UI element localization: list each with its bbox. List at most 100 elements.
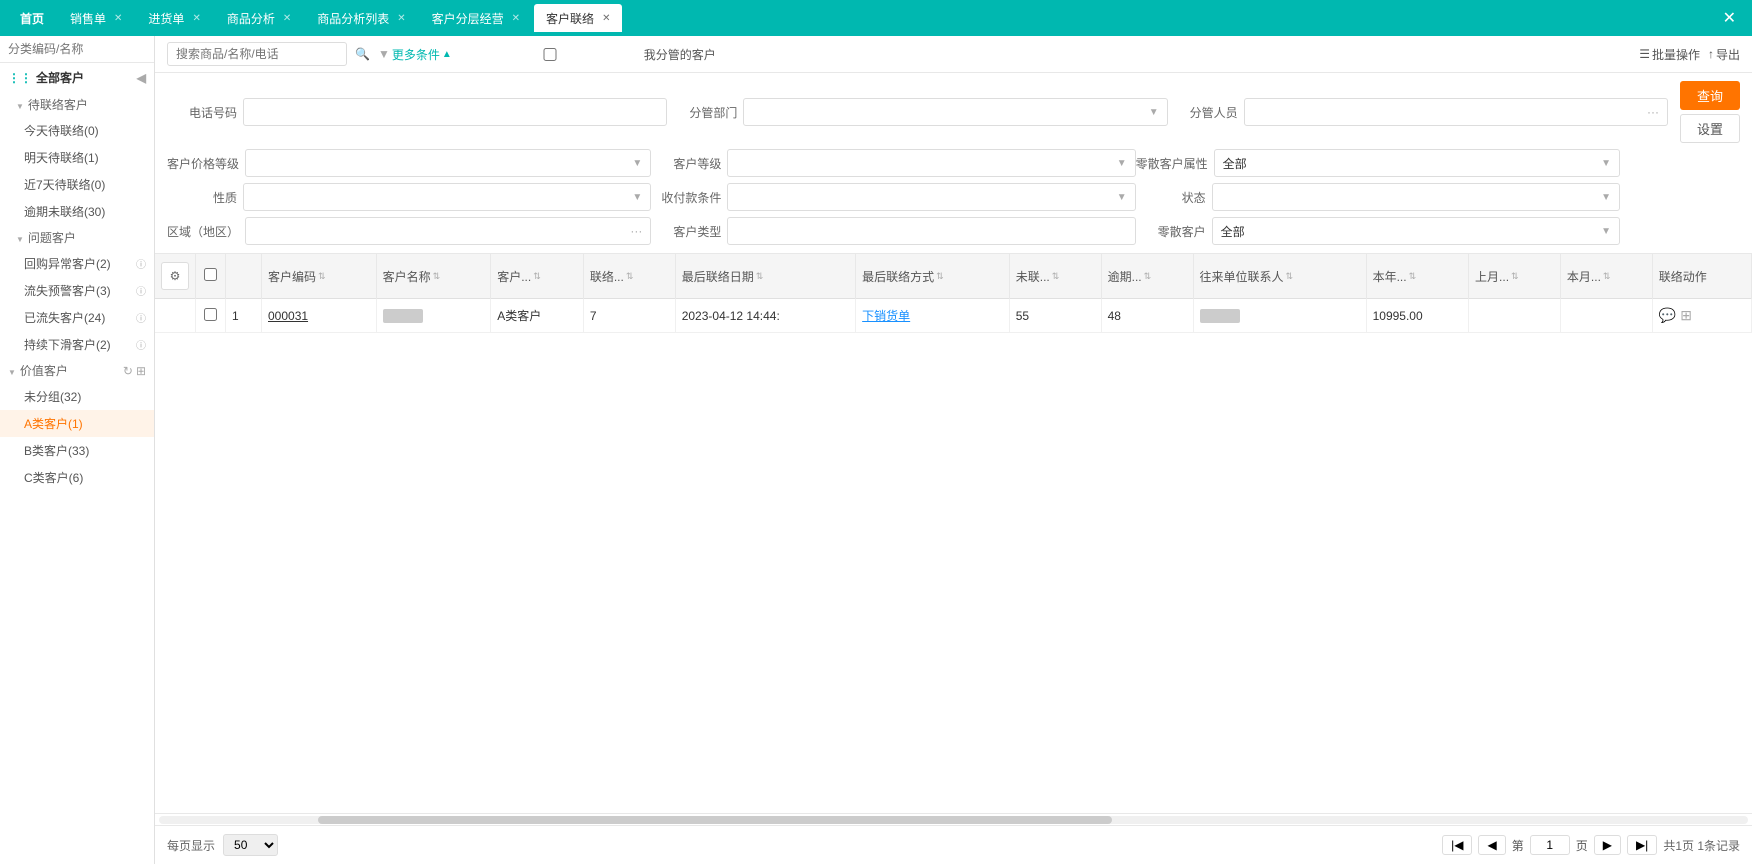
payment-select[interactable]: ▼	[727, 183, 1135, 211]
pagination-bar: 每页显示 50 100 200 |◀ ◀ 第 页 ▶ ▶| 共1页 1条记录	[155, 825, 1752, 864]
close-sales-tab[interactable]: ✕	[114, 13, 122, 24]
next-page-btn[interactable]: ▶	[1594, 835, 1621, 855]
query-btn[interactable]: 查询	[1680, 81, 1740, 110]
sidebar-collapse-icon: ◀	[137, 71, 146, 85]
nav-tab-analysis[interactable]: 商品分析 ✕	[215, 4, 303, 32]
sidebar-item-today[interactable]: 今天待联络(0)	[0, 117, 154, 144]
page-size-select[interactable]: 50 100 200	[223, 834, 278, 856]
retail-customer-select[interactable]: 全部▼	[1212, 217, 1620, 245]
table-gear-btn[interactable]: ⚙	[161, 262, 189, 290]
row-code[interactable]: 000031	[262, 299, 377, 333]
dept-select[interactable]: ▼	[743, 98, 1167, 126]
col-code-header: 客户编码 ⇅	[262, 254, 377, 299]
sidebar-item-loss-warning[interactable]: 流失预警客户(3) ⓘ	[0, 277, 154, 304]
value-settings-icon[interactable]: ⊞	[136, 364, 146, 378]
nav-tab-sales[interactable]: 销售单 ✕	[58, 4, 134, 32]
info-icon-0: ⓘ	[136, 256, 146, 271]
sidebar-item-overdue[interactable]: 逾期未联络(30)	[0, 198, 154, 225]
status-select[interactable]: ▼	[1212, 183, 1620, 211]
close-analysis-tab[interactable]: ✕	[283, 13, 291, 24]
my-customers-checkbox[interactable]	[460, 48, 640, 61]
close-segment-tab[interactable]: ✕	[512, 13, 520, 24]
last-page-btn[interactable]: ▶|	[1627, 835, 1657, 855]
filter-more-btn[interactable]: ▼ 更多条件 ▲	[378, 46, 452, 63]
sidebar-item-a-class[interactable]: A类客户(1)	[0, 410, 154, 437]
region-select[interactable]: ···	[245, 217, 651, 245]
settings-btn[interactable]: 设置	[1680, 114, 1740, 143]
first-page-btn[interactable]: |◀	[1442, 835, 1472, 855]
sort-icon-tm[interactable]: ⇅	[1603, 271, 1611, 282]
sort-icon-uc[interactable]: ⇅	[1286, 271, 1294, 282]
price-grade-select[interactable]: ▼	[245, 149, 651, 177]
batch-op-btn[interactable]: ☰ 批量操作	[1639, 46, 1700, 63]
sidebar-search-input[interactable]	[8, 42, 155, 56]
close-analysis-list-tab[interactable]: ✕	[397, 13, 405, 24]
problem-customers-arrow	[16, 231, 24, 245]
sidebar-item-repurchase-abnormal[interactable]: 回购异常客户(2) ⓘ	[0, 250, 154, 277]
nav-tab-analysis-list[interactable]: 商品分析列表 ✕	[305, 4, 417, 32]
nav-tab-purchase[interactable]: 进货单 ✕	[136, 4, 212, 32]
col-type-header: 客户... ⇅	[491, 254, 584, 299]
row-last-contact-date: 2023-04-12 14:44:	[675, 299, 855, 333]
sort-icon-type[interactable]: ⇅	[533, 271, 541, 282]
sort-icon-nc[interactable]: ⇅	[1052, 271, 1060, 282]
filter-search-icon[interactable]: 🔍	[355, 47, 370, 61]
action-message-icon[interactable]: 💬	[1659, 307, 1676, 324]
col-gear: ⚙	[161, 262, 189, 290]
sort-icon-contact[interactable]: ⇅	[626, 271, 634, 282]
col-checkbox-header	[196, 254, 226, 299]
retail-attr-select[interactable]: 全部▼	[1214, 149, 1620, 177]
scrollbar-thumb[interactable]	[318, 816, 1113, 824]
sort-icon-name[interactable]: ⇅	[433, 271, 441, 282]
select-all-checkbox[interactable]	[204, 268, 217, 281]
customer-type-input[interactable]	[727, 217, 1135, 245]
sidebar-item-declining[interactable]: 持续下滑客户(2) ⓘ	[0, 331, 154, 358]
nature-select[interactable]: ▼	[243, 183, 651, 211]
sidebar-item-7days[interactable]: 近7天待联络(0)	[0, 171, 154, 198]
unit-contact-blur: RE .	[1200, 309, 1240, 323]
close-purchase-tab[interactable]: ✕	[192, 13, 200, 24]
sort-icon-lcm[interactable]: ⇅	[936, 271, 944, 282]
page-number-input[interactable]	[1530, 835, 1570, 855]
person-select[interactable]: ···	[1244, 98, 1668, 126]
search-input[interactable]	[167, 42, 347, 66]
phone-input[interactable]	[243, 98, 667, 126]
close-contact-tab[interactable]: ✕	[602, 13, 610, 24]
nav-home[interactable]: 首页	[8, 10, 56, 27]
row-this-year: 10995.00	[1366, 299, 1468, 333]
sidebar-pending-contact-group: 待联络客户	[0, 92, 154, 117]
action-qr-icon[interactable]: ⊞	[1680, 307, 1692, 324]
sidebar-item-tomorrow[interactable]: 明天待联络(1)	[0, 144, 154, 171]
sort-icon-lcd[interactable]: ⇅	[756, 271, 764, 282]
sort-icon-code[interactable]: ⇅	[318, 271, 326, 282]
filter-person: 分管人员 ···	[1168, 98, 1668, 126]
row-last-contact-method[interactable]: 下销货单	[856, 299, 1010, 333]
advanced-filter: 电话号码 分管部门 ▼ 分管人员 ··· 查询 设置	[155, 73, 1752, 254]
sort-icon-lm[interactable]: ⇅	[1511, 271, 1519, 282]
sidebar-item-b-class[interactable]: B类客户(33)	[0, 437, 154, 464]
sort-icon-od[interactable]: ⇅	[1144, 271, 1152, 282]
my-customers-filter[interactable]: 我分管的客户	[460, 46, 716, 63]
export-btn[interactable]: ↑ 导出	[1708, 46, 1740, 63]
prev-page-btn[interactable]: ◀	[1478, 835, 1505, 855]
filter-price-grade: 客户价格等级 ▼	[167, 149, 651, 177]
sort-icon-ty[interactable]: ⇅	[1409, 271, 1417, 282]
table-row: 1 000031 Ea A类客户 7 2023-04-12 14:44: 下销货…	[155, 299, 1752, 333]
value-customers-arrow	[8, 364, 16, 378]
value-refresh-icon[interactable]: ↻	[123, 364, 133, 378]
sidebar-all-customers-header[interactable]: ⋮⋮ 全部客户 ◀	[0, 63, 154, 92]
info-icon-1: ⓘ	[136, 283, 146, 298]
nav-tab-customer-contact[interactable]: 客户联络 ✕	[534, 4, 622, 32]
sidebar-item-c-class[interactable]: C类客户(6)	[0, 464, 154, 491]
table-scrollbar[interactable]	[155, 813, 1752, 825]
customer-grade-select[interactable]: ▼	[727, 149, 1135, 177]
row-overdue: 48	[1101, 299, 1193, 333]
sidebar-item-ungrouped[interactable]: 未分组(32)	[0, 383, 154, 410]
sidebar-item-lost[interactable]: 已流失客户(24) ⓘ	[0, 304, 154, 331]
row-select-checkbox[interactable]	[204, 308, 217, 321]
last-contact-method-link[interactable]: 下销货单	[862, 309, 910, 323]
nav-tab-customer-segment[interactable]: 客户分层经营 ✕	[420, 4, 532, 32]
row-name: Ea	[376, 299, 491, 333]
filter-payment: 收付款条件 ▼	[651, 183, 1135, 211]
window-close-btn[interactable]: ✕	[1715, 8, 1744, 28]
